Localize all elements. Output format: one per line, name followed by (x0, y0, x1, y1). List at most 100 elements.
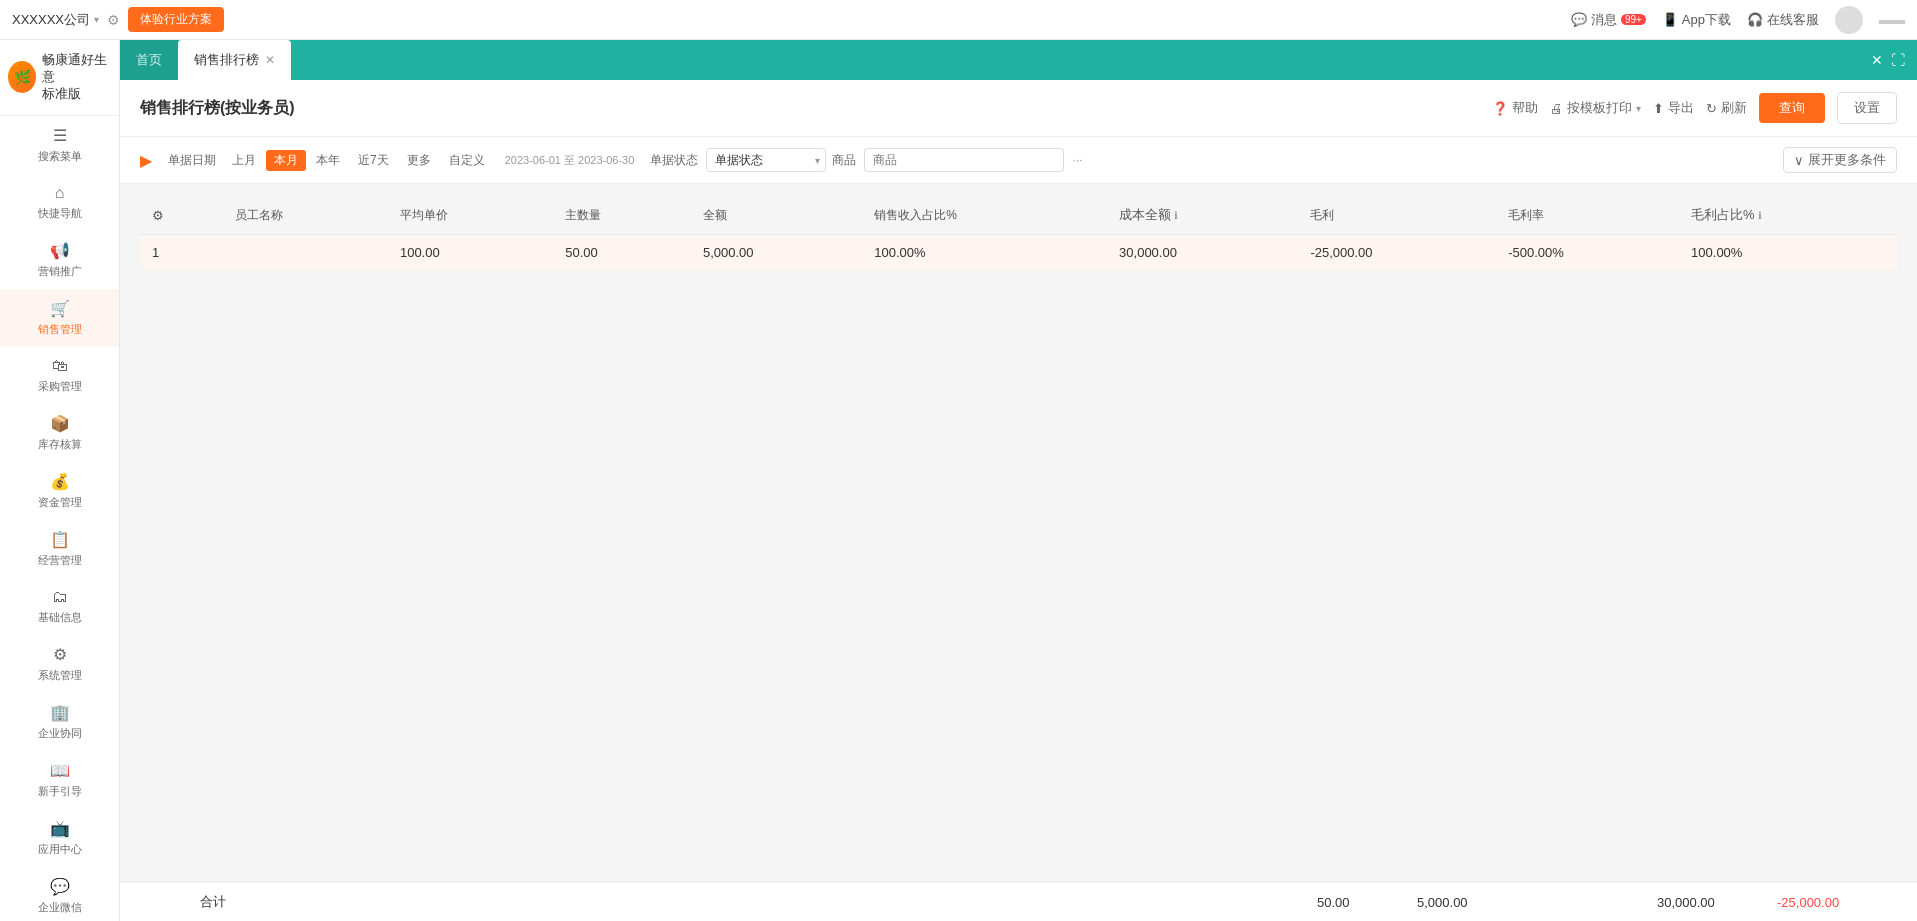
template-print-label: 按模板打印 (1567, 99, 1632, 117)
cell-avg-price: 100.00 (388, 235, 553, 271)
tab-sales-ranking[interactable]: 销售排行榜 ✕ (178, 40, 291, 80)
sidebar-item-label: 销售管理 (38, 322, 82, 337)
fullscreen-icon[interactable]: ⛶ (1891, 52, 1905, 68)
sidebar-item-guide[interactable]: 📖 新手引导 (0, 751, 119, 809)
help-btn[interactable]: ❓ 帮助 (1492, 99, 1538, 117)
sidebar-item-label: 库存核算 (38, 437, 82, 452)
close-window-icon[interactable]: ✕ (1871, 52, 1883, 68)
page-header: 销售排行榜(按业务员) ❓ 帮助 🖨 按模板打印 ▾ ⬆ 导出 (120, 80, 1917, 137)
page-actions: ❓ 帮助 🖨 按模板打印 ▾ ⬆ 导出 ↻ 刷新 (1492, 92, 1897, 124)
system-icon: ⚙ (53, 645, 67, 664)
export-btn[interactable]: ⬆ 导出 (1653, 99, 1694, 117)
th-sales-pct: 销售收入占比% (862, 196, 1107, 235)
th-amount: 全额 (691, 196, 862, 235)
tab-home[interactable]: 首页 (120, 40, 178, 80)
gear-icon[interactable]: ⚙ (107, 12, 120, 28)
logo-text: 畅康通好生意 标准版 (42, 52, 111, 103)
th-gross-pct: 毛利占比% ℹ (1679, 196, 1897, 235)
sidebar-item-label: 搜索菜单 (38, 149, 82, 164)
total-main-qty: 50.00 (1317, 895, 1417, 910)
status-select[interactable]: 单据状态 (706, 148, 826, 172)
sidebar-item-label: 资金管理 (38, 495, 82, 510)
inventory-icon: 📦 (50, 414, 70, 433)
goods-filter-group: 商品 ··· (832, 148, 1082, 172)
sidebar-item-basic-info[interactable]: 🗂 基础信息 (0, 578, 119, 635)
page-content: 销售排行榜(按业务员) ❓ 帮助 🖨 按模板打印 ▾ ⬆ 导出 (120, 80, 1917, 921)
query-button[interactable]: 查询 (1759, 93, 1825, 123)
avatar[interactable] (1835, 6, 1863, 34)
sidebar-item-app-center[interactable]: 📺 应用中心 (0, 809, 119, 867)
refresh-btn[interactable]: ↻ 刷新 (1706, 99, 1747, 117)
sidebar-item-wechat[interactable]: 💬 企业微信 (0, 867, 119, 921)
sidebar-item-label: 采购管理 (38, 379, 82, 394)
date-tab-last-7-days[interactable]: 近7天 (350, 150, 397, 171)
expand-more-label: 展开更多条件 (1808, 151, 1886, 169)
sidebar: 🌿 畅康通好生意 标准版 ☰ 搜索菜单 ⌂ 快捷导航 📢 营销推广 🛒 销售管理… (0, 40, 120, 921)
message-label: 消息 (1591, 11, 1617, 29)
sidebar-item-inventory[interactable]: 📦 库存核算 (0, 404, 119, 462)
app-download-btn[interactable]: 📱 App下载 (1662, 11, 1731, 29)
sidebar-item-label: 基础信息 (38, 610, 82, 625)
tab-close-icon[interactable]: ✕ (265, 53, 275, 67)
sidebar-item-marketing[interactable]: 📢 营销推广 (0, 231, 119, 289)
sidebar-item-quick-nav[interactable]: ⌂ 快捷导航 (0, 174, 119, 231)
settings-th-icon[interactable]: ⚙ (152, 208, 164, 223)
service-icon: 🎧 (1747, 12, 1763, 27)
date-tab-current-month[interactable]: 本月 (266, 150, 306, 171)
export-label: 导出 (1668, 99, 1694, 117)
sidebar-item-enterprise[interactable]: 🏢 企业协同 (0, 693, 119, 751)
status-filter-group: 单据状态 单据状态 (650, 148, 816, 172)
online-service-btn[interactable]: 🎧 在线客服 (1747, 11, 1819, 29)
goods-more-icon[interactable]: ··· (1072, 153, 1082, 167)
date-range-display: 2023-06-01 至 2023-06-30 (505, 153, 635, 168)
help-label: 帮助 (1512, 99, 1538, 117)
expand-down-icon: ∨ (1794, 153, 1804, 168)
sidebar-item-label: 应用中心 (38, 842, 82, 857)
purchase-icon: 🛍 (52, 357, 68, 375)
app-center-icon: 📺 (50, 819, 70, 838)
cost-info-icon[interactable]: ℹ (1174, 210, 1178, 221)
date-tab-current-year[interactable]: 本年 (308, 150, 348, 171)
date-filter-group: 单据日期 上月 本月 本年 近7天 更多 自定义 2023-06-01 至 20… (168, 150, 634, 171)
sidebar-item-operations[interactable]: 📋 经营管理 (0, 520, 119, 578)
settings-button[interactable]: 设置 (1837, 92, 1897, 124)
tab-bar: 首页 销售排行榜 ✕ ✕ ⛶ (120, 40, 1917, 80)
logo-icon: 🌿 (8, 61, 36, 93)
sidebar-logo: 🌿 畅康通好生意 标准版 (0, 40, 119, 116)
company-selector[interactable]: XXXXXX公司 ▾ (12, 11, 99, 29)
date-tab-more[interactable]: 更多 (399, 150, 439, 171)
trial-button[interactable]: 体验行业方案 (128, 7, 224, 32)
goods-input[interactable] (864, 148, 1064, 172)
date-tab-prev-month[interactable]: 上月 (224, 150, 264, 171)
sidebar-item-purchase[interactable]: 🛍 采购管理 (0, 347, 119, 404)
th-gross-rate: 毛利率 (1496, 196, 1679, 235)
sidebar-item-label: 企业微信 (38, 900, 82, 915)
sidebar-item-sales[interactable]: 🛒 销售管理 (0, 289, 119, 347)
cell-amount: 5,000.00 (691, 235, 862, 271)
app-icon: 📱 (1662, 12, 1678, 27)
th-employee: 员工名称 (223, 196, 388, 235)
print-icon: 🖨 (1550, 101, 1563, 116)
total-label: 合计 (200, 893, 320, 911)
cell-cost-amount: 30,000.00 (1107, 235, 1298, 271)
sidebar-item-finance[interactable]: 💰 资金管理 (0, 462, 119, 520)
expand-arrow-icon[interactable]: ▶ (140, 151, 152, 170)
total-cost-amount: 30,000.00 (1657, 895, 1777, 910)
gross-pct-info-icon[interactable]: ℹ (1758, 210, 1762, 221)
content-area: 首页 销售排行榜 ✕ ✕ ⛶ 销售排行榜(按业务员) ❓ 帮助 (120, 40, 1917, 921)
marketing-icon: 📢 (50, 241, 70, 260)
expand-more-btn[interactable]: ∨ 展开更多条件 (1783, 147, 1897, 173)
th-gross: 毛利 (1298, 196, 1496, 235)
sidebar-item-label: 新手引导 (38, 784, 82, 799)
sidebar-item-label: 经营管理 (38, 553, 82, 568)
main-layout: 🌿 畅康通好生意 标准版 ☰ 搜索菜单 ⌂ 快捷导航 📢 营销推广 🛒 销售管理… (0, 40, 1917, 921)
template-print-btn[interactable]: 🖨 按模板打印 ▾ (1550, 99, 1641, 117)
message-btn[interactable]: 💬 消息 99+ (1571, 11, 1646, 29)
date-tab-custom[interactable]: 自定义 (441, 150, 493, 171)
sidebar-item-label: 系统管理 (38, 668, 82, 683)
export-icon: ⬆ (1653, 101, 1664, 116)
expand-more-btn-wrap: ∨ 展开更多条件 (1783, 147, 1897, 173)
sidebar-item-search-orders[interactable]: ☰ 搜索菜单 (0, 116, 119, 174)
table-row: 1 100.00 50.00 5,000.00 100.00% 30,000.0… (140, 235, 1897, 271)
sidebar-item-system[interactable]: ⚙ 系统管理 (0, 635, 119, 693)
